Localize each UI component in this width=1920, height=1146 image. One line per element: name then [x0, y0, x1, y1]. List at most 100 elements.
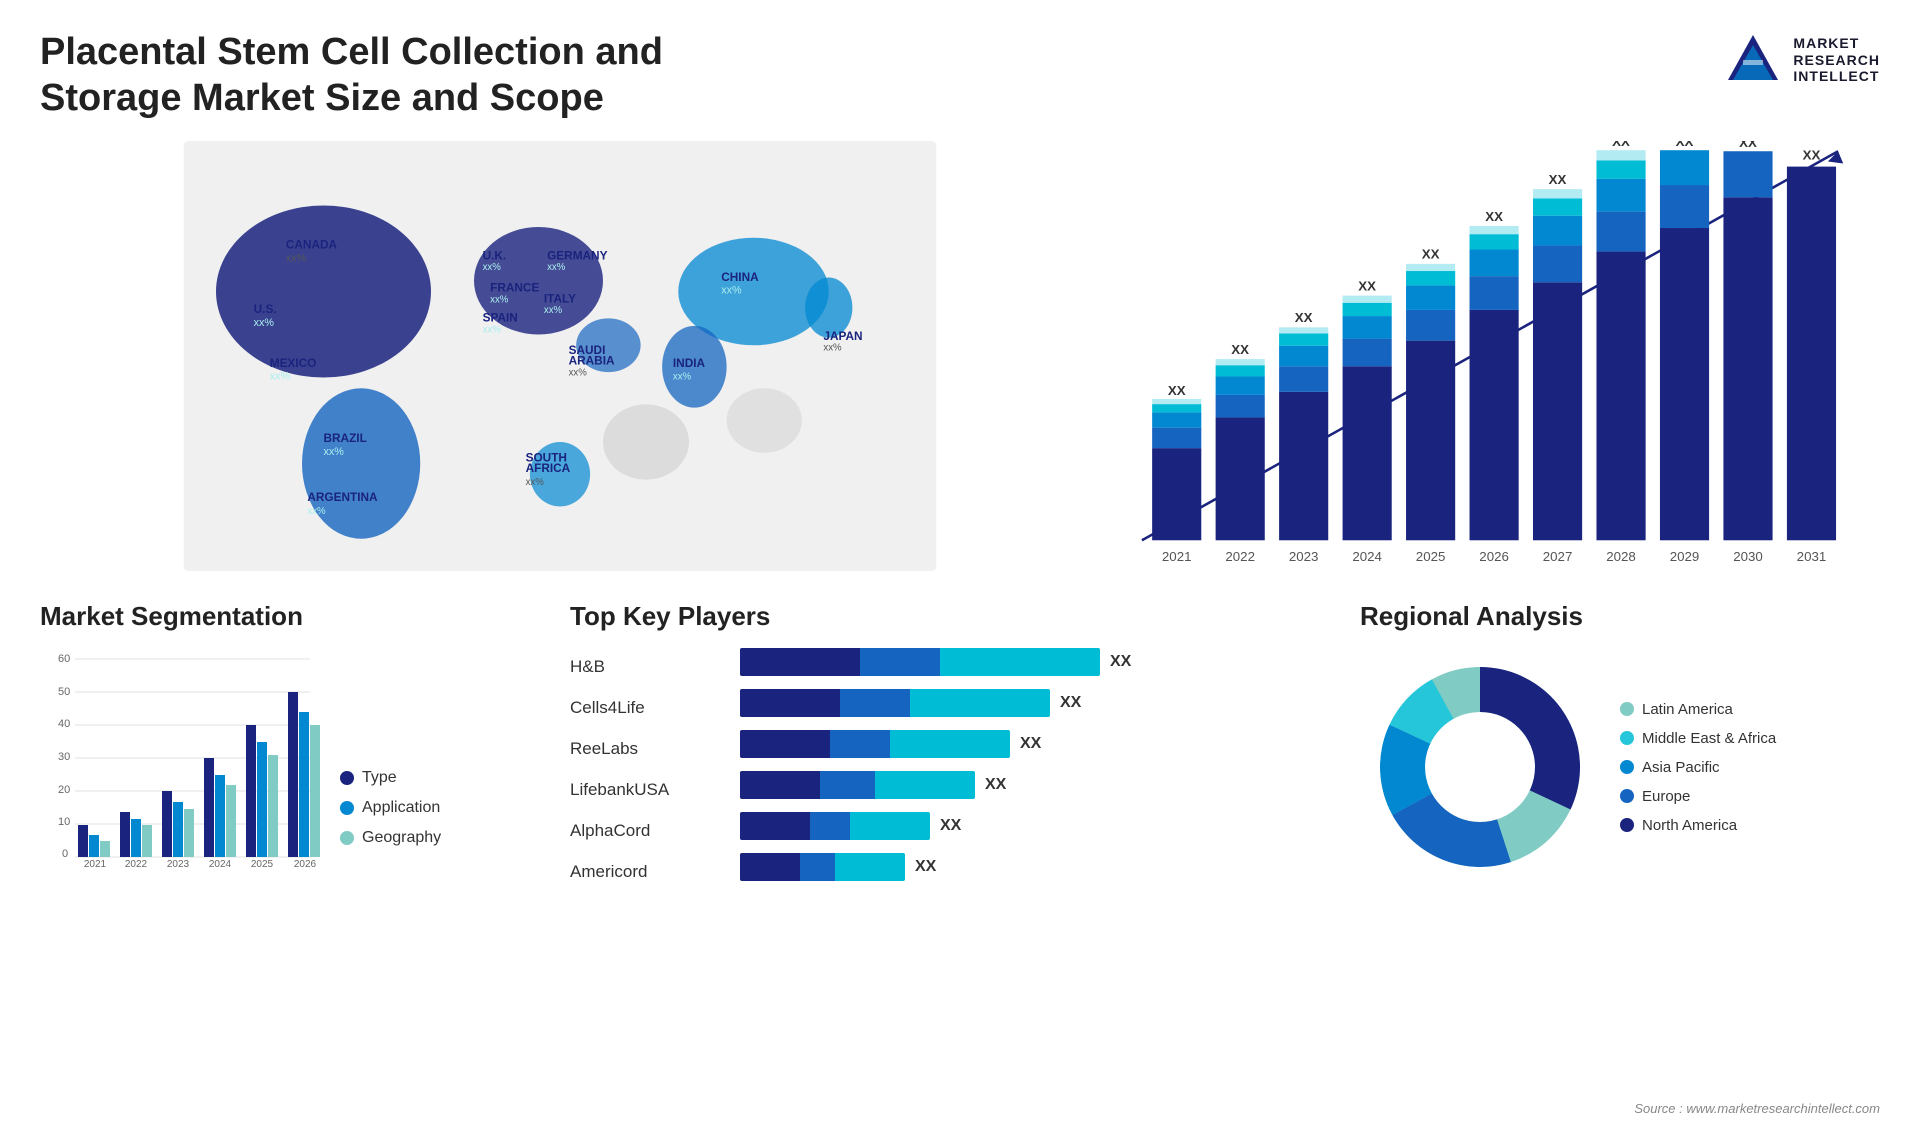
svg-text:xx%: xx%	[547, 262, 566, 273]
player-name-4: AlphaCord	[570, 816, 720, 846]
player-bar-row-3: XX	[740, 770, 1330, 800]
player-name-5: Americord	[570, 857, 720, 887]
player-value-3: XX	[985, 776, 1006, 794]
player-bar-4	[740, 812, 930, 840]
growth-bar-chart: XX 2021 XX 2022	[1100, 141, 1880, 571]
players-title: Top Key Players	[570, 601, 1330, 632]
application-dot	[340, 801, 354, 815]
svg-text:0: 0	[62, 848, 68, 860]
player-name-0: H&B	[570, 652, 720, 682]
svg-text:XX: XX	[1612, 141, 1630, 149]
type-label: Type	[362, 769, 397, 787]
svg-text:2023: 2023	[167, 859, 190, 867]
player-names-list: H&B Cells4Life ReeLabs LifebankUSA Alpha…	[570, 647, 720, 887]
svg-text:XX: XX	[1422, 247, 1440, 262]
player-bar-row-1: XX	[740, 688, 1330, 718]
svg-text:XX: XX	[1803, 148, 1821, 163]
svg-text:JAPAN: JAPAN	[823, 329, 862, 343]
svg-text:2028: 2028	[1606, 549, 1636, 564]
player-name-3: LifebankUSA	[570, 775, 720, 805]
svg-text:xx%: xx%	[270, 371, 291, 383]
reg-legend-latin: Latin America	[1620, 701, 1776, 718]
svg-text:xx%: xx%	[483, 262, 502, 273]
player-value-4: XX	[940, 817, 961, 835]
svg-text:BRAZIL: BRAZIL	[324, 431, 367, 445]
player-bars-list: XX XX	[740, 647, 1330, 887]
svg-text:10: 10	[58, 816, 70, 828]
player-bar-2	[740, 730, 1010, 758]
svg-text:30: 30	[58, 751, 70, 763]
svg-text:2024: 2024	[1352, 549, 1382, 564]
player-bar-1	[740, 689, 1050, 717]
regional-area: Regional Analysis	[1360, 591, 1880, 1093]
svg-text:2021: 2021	[84, 859, 107, 867]
svg-text:2027: 2027	[1543, 549, 1573, 564]
players-area: Top Key Players H&B Cells4Life ReeLabs L…	[570, 591, 1330, 1093]
svg-text:xx%: xx%	[490, 294, 509, 305]
player-value-2: XX	[1020, 735, 1041, 753]
player-value-5: XX	[915, 858, 936, 876]
svg-text:ARGENTINA: ARGENTINA	[307, 490, 378, 504]
svg-text:XX: XX	[1485, 209, 1503, 224]
svg-text:XX: XX	[1739, 141, 1757, 150]
svg-text:xx%: xx%	[286, 253, 307, 265]
svg-text:xx%: xx%	[324, 446, 345, 458]
svg-text:xx%: xx%	[673, 372, 692, 383]
mea-label: Middle East & Africa	[1642, 730, 1776, 747]
svg-text:2026: 2026	[294, 859, 317, 867]
na-dot	[1620, 818, 1634, 832]
svg-text:XX: XX	[1231, 342, 1249, 357]
svg-text:2030: 2030	[1733, 549, 1763, 564]
svg-text:xx%: xx%	[823, 343, 842, 354]
player-bar-3	[740, 771, 975, 799]
svg-text:MEXICO: MEXICO	[270, 356, 317, 370]
player-bar-row-0: XX	[740, 647, 1330, 677]
svg-text:XX: XX	[1295, 310, 1313, 325]
player-bar-5	[740, 853, 905, 881]
reg-legend-asia: Asia Pacific	[1620, 759, 1776, 776]
svg-text:40: 40	[58, 718, 70, 730]
svg-text:2022: 2022	[1225, 549, 1255, 564]
svg-text:XX: XX	[1358, 279, 1376, 294]
seg-legend: Type Application Geography	[340, 769, 441, 867]
legend-geography: Geography	[340, 829, 441, 847]
application-label: Application	[362, 799, 440, 817]
logo-text: MARKET RESEARCH INTELLECT	[1793, 35, 1880, 85]
regional-title: Regional Analysis	[1360, 601, 1880, 632]
geography-label: Geography	[362, 829, 441, 847]
donut-chart	[1360, 647, 1600, 887]
svg-text:CANADA: CANADA	[286, 238, 338, 252]
logo-icon	[1723, 30, 1783, 90]
svg-text:xx%: xx%	[526, 477, 545, 488]
player-bar-row-4: XX	[740, 811, 1330, 841]
svg-text:50: 50	[58, 686, 70, 698]
latin-dot	[1620, 702, 1634, 716]
map-area: CANADA xx% U.S. xx% MEXICO xx% BRAZIL xx…	[40, 141, 1080, 571]
segmentation-area: Market Segmentation 60 50 40 30 20 10 0	[40, 591, 540, 1093]
reg-legend-na: North America	[1620, 817, 1776, 834]
svg-text:2021: 2021	[1162, 549, 1192, 564]
svg-text:2031: 2031	[1797, 549, 1827, 564]
latin-label: Latin America	[1642, 701, 1733, 718]
svg-text:2023: 2023	[1289, 549, 1319, 564]
svg-text:xx%: xx%	[307, 506, 326, 517]
player-name-1: Cells4Life	[570, 693, 720, 723]
asia-dot	[1620, 760, 1634, 774]
svg-text:xx%: xx%	[483, 325, 502, 336]
svg-text:xx%: xx%	[569, 368, 588, 379]
page-title: Placental Stem Cell Collection and Stora…	[40, 30, 740, 121]
svg-text:INDIA: INDIA	[673, 356, 706, 370]
svg-text:XX: XX	[1549, 172, 1567, 187]
mea-dot	[1620, 731, 1634, 745]
header: Placental Stem Cell Collection and Stora…	[40, 30, 1880, 121]
legend-type: Type	[340, 769, 441, 787]
svg-text:FRANCE: FRANCE	[490, 281, 539, 295]
svg-text:U.S.: U.S.	[254, 302, 277, 316]
na-label: North America	[1642, 817, 1737, 834]
player-bar-0	[740, 648, 1100, 676]
logo-area: MARKET RESEARCH INTELLECT	[1723, 30, 1880, 90]
svg-text:2025: 2025	[1416, 549, 1446, 564]
svg-text:xx%: xx%	[721, 285, 742, 297]
segmentation-chart: 60 50 40 30 20 10 0	[40, 647, 320, 867]
svg-text:ARABIA: ARABIA	[569, 354, 615, 368]
